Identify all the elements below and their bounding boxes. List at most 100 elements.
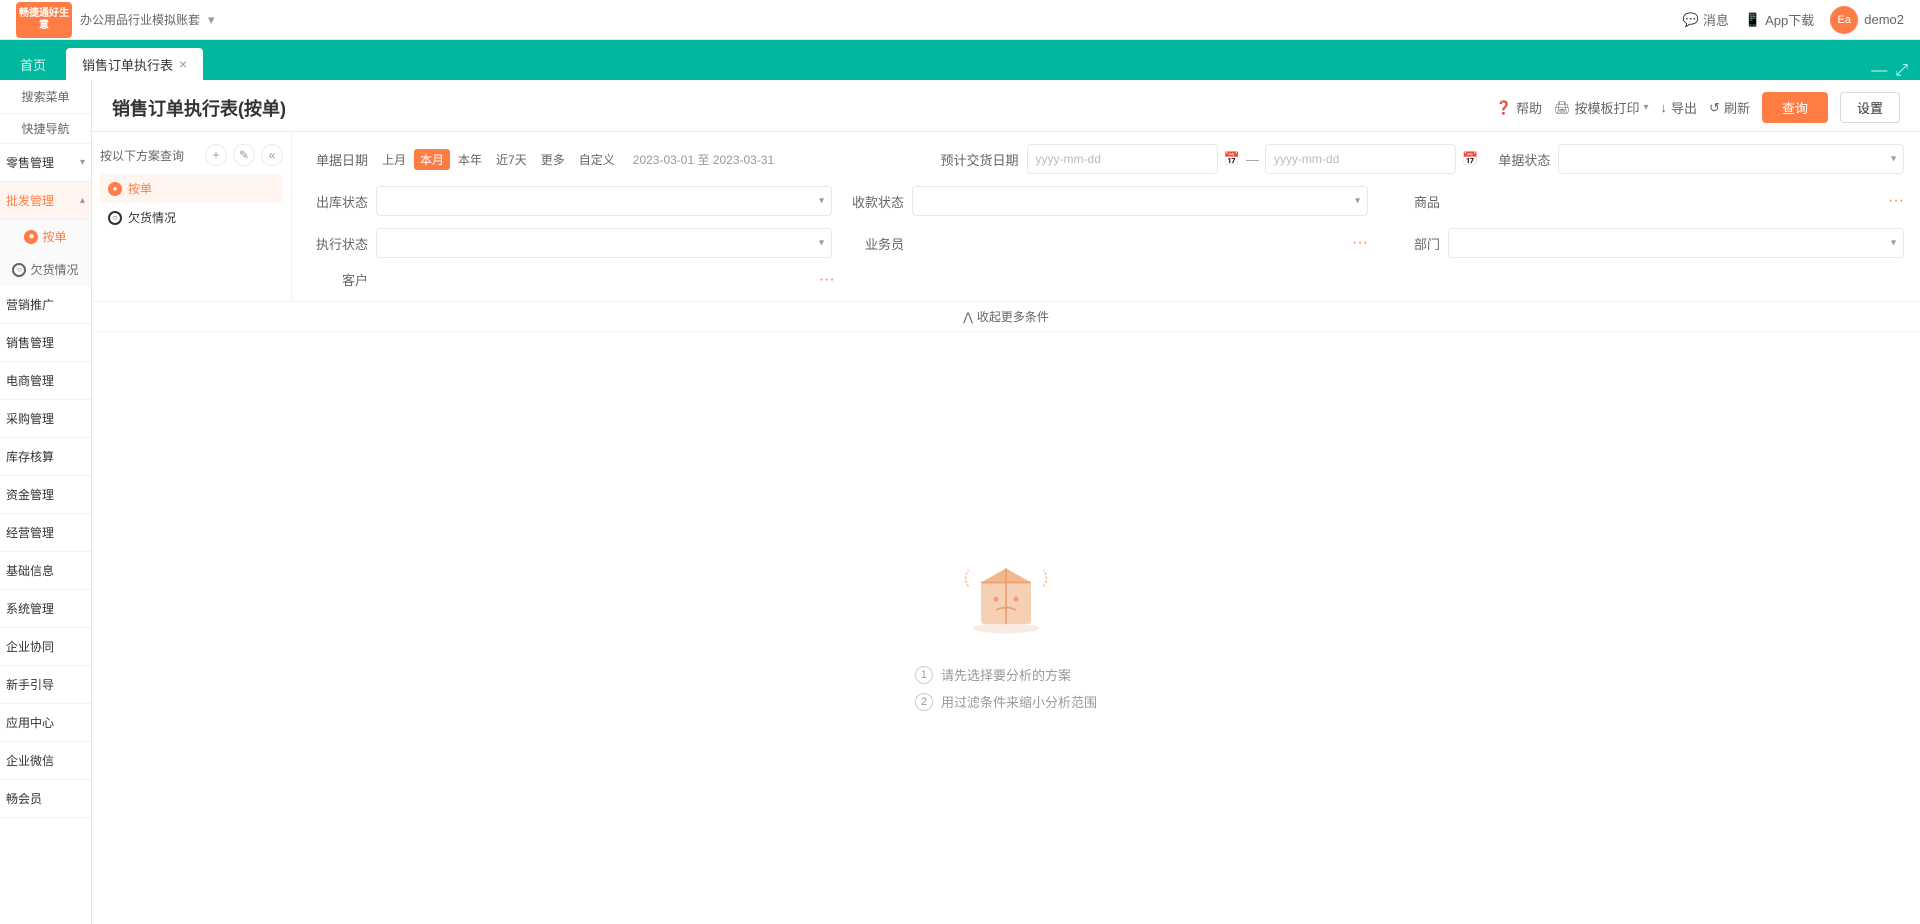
filter-right-panel: 单据日期 上月 本月 本年 近7天 更多 自定义 2023-03-01 至 20… <box>292 132 1920 301</box>
sidebar-item-guide[interactable]: 新手引导 <box>0 666 91 704</box>
print-icon: 🖨 <box>1554 100 1571 116</box>
department-wrapper: ▾ <box>1448 228 1904 258</box>
sidebar-item-finance[interactable]: 资金管理 <box>0 476 91 514</box>
refresh-icon: ↺ <box>1709 100 1720 116</box>
sidebar-item-sales-mgmt[interactable]: 销售管理 <box>0 324 91 362</box>
user-name: demo2 <box>1864 12 1904 27</box>
filter-scheme-by-order[interactable]: ● 按单 <box>100 174 283 203</box>
print-button[interactable]: 🖨 按模板打印 <box>1554 98 1649 117</box>
order-status-label: 单据状态 <box>1490 150 1550 169</box>
sidebar-item-member[interactable]: 畅会员 <box>0 780 91 818</box>
payment-status-select[interactable] <box>912 186 1368 216</box>
tab-sales-order-label: 销售订单执行表 <box>82 55 173 74</box>
filter-row-3: 执行状态 ▾ 业务员 ··· <box>308 228 1904 258</box>
message-label: 消息 <box>1703 10 1729 29</box>
refresh-button[interactable]: ↺ 刷新 <box>1709 98 1750 117</box>
filter-row-2: 出库状态 ▾ 收款状态 ▾ <box>308 186 1904 216</box>
date-tab-last7days[interactable]: 近7天 <box>490 149 533 170</box>
filter-area: 按以下方案查询 + ✎ « ● 按单 ○ 欠货情况 <box>92 132 1920 331</box>
filter-scheme-by-debt[interactable]: ○ 欠货情况 <box>100 203 283 232</box>
window-minimize-icon[interactable]: — <box>1871 62 1887 80</box>
sidebar-sub-item-debt[interactable]: ○ 欠货情况 <box>0 253 91 286</box>
filter-left-title-btns: + ✎ « <box>205 144 283 166</box>
date-tab-last-month[interactable]: 上月 <box>376 149 412 170</box>
sidebar-item-purchase[interactable]: 采购管理 <box>0 400 91 438</box>
tab-home[interactable]: 首页 <box>4 48 62 80</box>
edit-scheme-button[interactable]: ✎ <box>233 144 255 166</box>
app-download-button[interactable]: 📱 App下载 <box>1745 10 1814 29</box>
filter-layout: 按以下方案查询 + ✎ « ● 按单 ○ 欠货情况 <box>92 132 1920 301</box>
hint-num-2: 2 <box>915 693 933 711</box>
date-tab-this-year[interactable]: 本年 <box>452 149 488 170</box>
sidebar-item-operation[interactable]: 经营管理 <box>0 514 91 552</box>
customer-label: 客户 <box>308 270 368 289</box>
tab-sales-order[interactable]: 销售订单执行表 × <box>66 48 203 80</box>
filter-row-4: 客户 ··· <box>308 270 1904 289</box>
collapse-scheme-button[interactable]: « <box>261 144 283 166</box>
customer-picker-button[interactable]: ··· <box>819 271 835 289</box>
tab-close-icon[interactable]: × <box>179 56 187 72</box>
navtabs: 首页 销售订单执行表 × — ⤢ <box>0 40 1920 80</box>
collapse-more-button[interactable]: ⋀ 收起更多条件 <box>92 301 1920 331</box>
date-label: 单据日期 <box>308 150 368 169</box>
query-button[interactable]: 查询 <box>1762 92 1828 123</box>
filter-group-department: 部门 ▾ <box>1380 228 1904 258</box>
calendar-end-icon[interactable]: 📅 <box>1462 151 1478 167</box>
settings-button[interactable]: 设置 <box>1840 92 1900 123</box>
hint-num-1: 1 <box>915 666 933 684</box>
date-tab-custom[interactable]: 自定义 <box>573 149 621 170</box>
empty-hint-1: 1 请先选择要分析的方案 <box>915 665 1097 684</box>
sidebar-item-system[interactable]: 系统管理 <box>0 590 91 628</box>
date-tab-this-month[interactable]: 本月 <box>414 149 450 170</box>
hint-text-2: 用过滤条件来缩小分析范围 <box>941 692 1097 711</box>
empty-state: 1 请先选择要分析的方案 2 用过滤条件来缩小分析范围 <box>92 332 1920 924</box>
sidebar-item-wholesale-label: 批发管理 <box>6 192 54 209</box>
filter-group-salesman: 业务员 ··· <box>844 234 1368 253</box>
avatar: Ea <box>1830 6 1858 34</box>
department-label: 部门 <box>1380 234 1440 253</box>
sidebar-item-enterprise-label: 企业协同 <box>6 638 54 655</box>
content: 销售订单执行表(按单) ❓ 帮助 🖨 按模板打印 ↓ 导出 ↺ 刷新 <box>92 80 1920 924</box>
filter-row-1: 单据日期 上月 本月 本年 近7天 更多 自定义 2023-03-01 至 20… <box>308 144 1904 174</box>
expected-date-start[interactable]: yyyy-mm-dd <box>1027 144 1218 174</box>
sidebar-shortcut[interactable]: 快捷导航 <box>0 114 91 144</box>
sidebar-item-wechat[interactable]: 企业微信 <box>0 742 91 780</box>
filter-group-delivery: 出库状态 ▾ <box>308 186 832 216</box>
sidebar-item-ecommerce[interactable]: 电商管理 <box>0 362 91 400</box>
sidebar-item-wholesale[interactable]: 批发管理 ▴ <box>0 182 91 220</box>
help-button[interactable]: ❓ 帮助 <box>1496 98 1542 117</box>
message-button[interactable]: 💬 消息 <box>1683 10 1729 29</box>
sidebar-item-retail[interactable]: 零售管理 ▾ <box>0 144 91 182</box>
filter-group-date: 单据日期 上月 本月 本年 近7天 更多 自定义 2023-03-01 至 20… <box>308 149 929 170</box>
delivery-status-select[interactable] <box>376 186 832 216</box>
payment-status-label: 收款状态 <box>844 192 904 211</box>
export-icon: ↓ <box>1661 100 1668 115</box>
sidebar-item-member-label: 畅会员 <box>6 790 42 807</box>
order-status-select[interactable] <box>1558 144 1904 174</box>
add-scheme-button[interactable]: + <box>205 144 227 166</box>
date-tab-more[interactable]: 更多 <box>535 149 571 170</box>
window-maximize-icon[interactable]: ⤢ <box>1895 62 1908 80</box>
app-title-dropdown-icon[interactable]: ▾ <box>208 12 215 28</box>
sidebar-item-enterprise[interactable]: 企业协同 <box>0 628 91 666</box>
salesman-picker-button[interactable]: ··· <box>1352 234 1368 252</box>
expected-date-end[interactable]: yyyy-mm-dd <box>1265 144 1456 174</box>
empty-hint-2: 2 用过滤条件来缩小分析范围 <box>915 692 1097 711</box>
sidebar-item-inventory[interactable]: 库存核算 <box>0 438 91 476</box>
department-select[interactable] <box>1448 228 1904 258</box>
export-button[interactable]: ↓ 导出 <box>1661 98 1698 117</box>
sidebar-item-finance-label: 资金管理 <box>6 486 54 503</box>
sidebar-item-app-center[interactable]: 应用中心 <box>0 704 91 742</box>
execution-status-select[interactable] <box>376 228 832 258</box>
product-picker-button[interactable]: ··· <box>1888 192 1904 210</box>
date-range-text: 2023-03-01 至 2023-03-31 <box>633 151 774 168</box>
sidebar-sub-item-order[interactable]: ● 按单 <box>0 220 91 253</box>
sidebar-search[interactable]: 搜索菜单 <box>0 80 91 114</box>
sidebar-item-app-center-label: 应用中心 <box>6 714 54 731</box>
sidebar-item-marketing[interactable]: 营销推广 <box>0 286 91 324</box>
calendar-start-icon[interactable]: 📅 <box>1224 151 1240 167</box>
filter-left-title: 按以下方案查询 + ✎ « <box>100 144 283 166</box>
sidebar-item-basic[interactable]: 基础信息 <box>0 552 91 590</box>
user-menu[interactable]: Ea demo2 <box>1830 6 1904 34</box>
date-tabs: 上月 本月 本年 近7天 更多 自定义 <box>376 149 621 170</box>
